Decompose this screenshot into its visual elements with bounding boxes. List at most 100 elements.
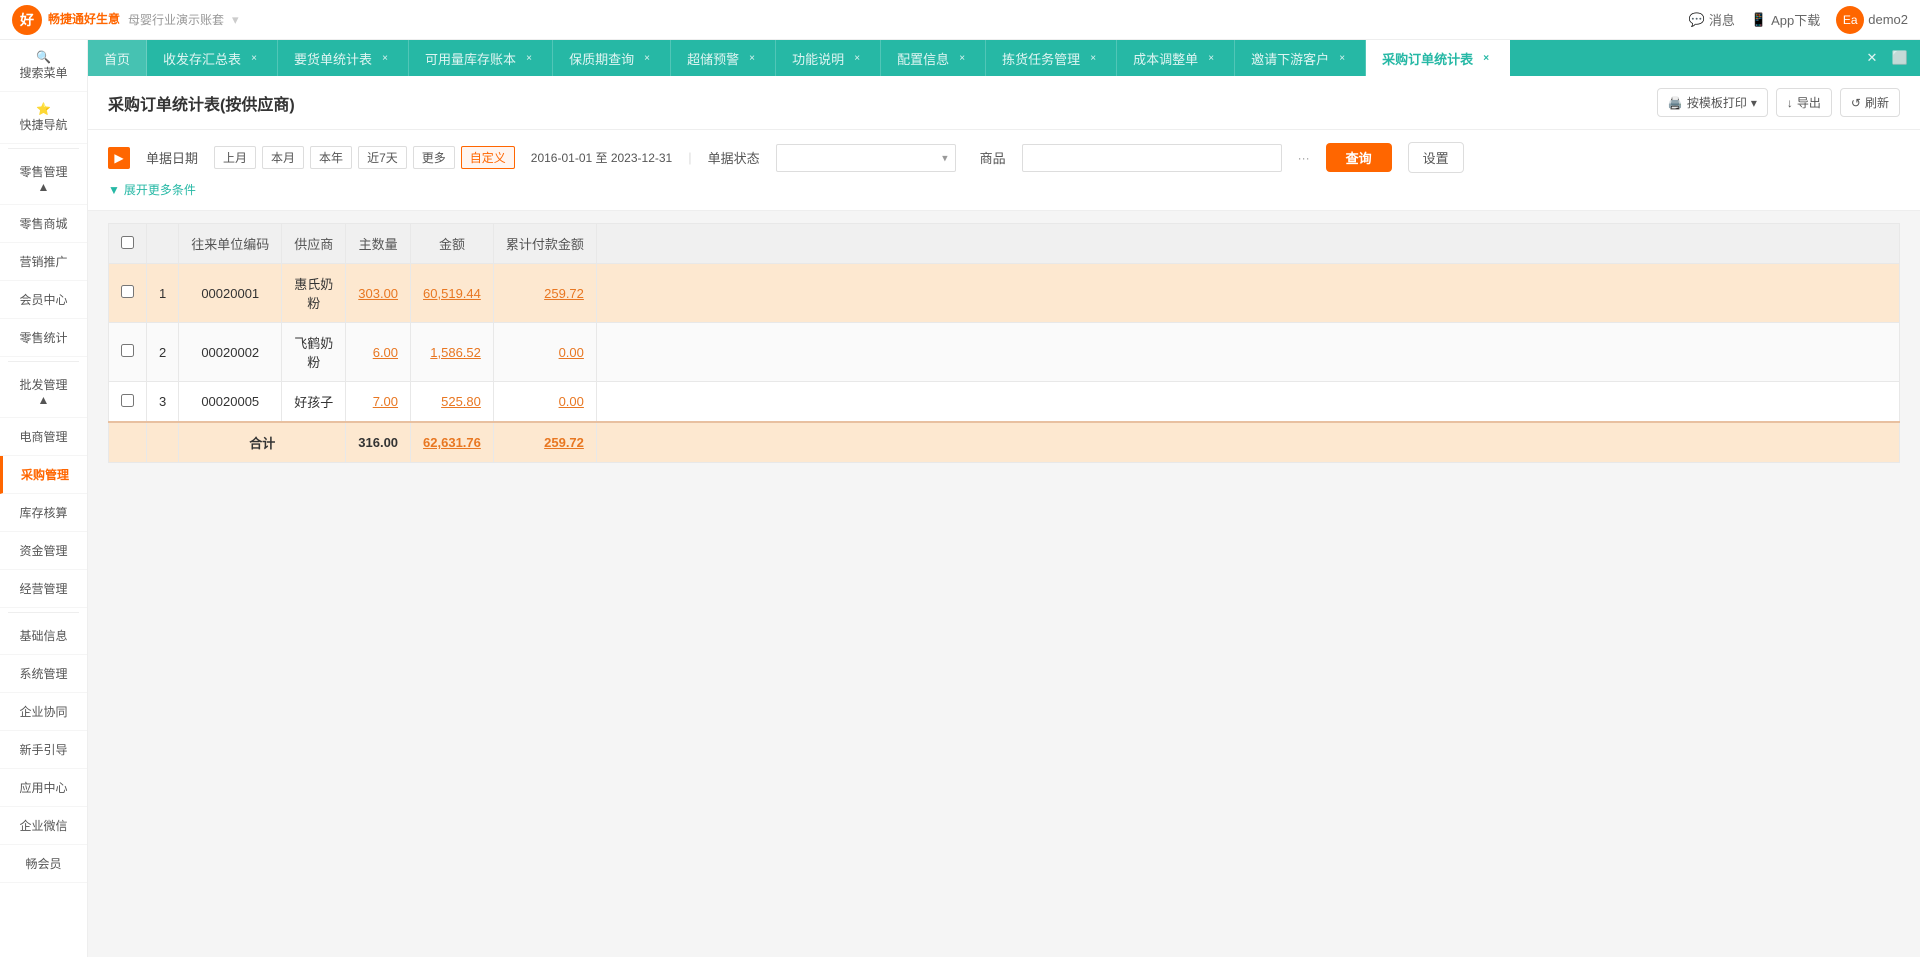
more-filters-icon[interactable]: ··· (1298, 151, 1310, 165)
sidebar-ecommerce-label: 电商管理 (4, 428, 83, 445)
date-btn-last-month[interactable]: 上月 (214, 146, 256, 169)
sidebar-item-system[interactable]: 系统管理 (0, 655, 87, 693)
sidebar-item-finance[interactable]: 资金管理 (0, 532, 87, 570)
goods-input[interactable] (1022, 144, 1282, 172)
footer-paid[interactable]: 259.72 (493, 422, 596, 463)
row-code: 00020002 (179, 323, 282, 382)
tab-close-icon[interactable]: × (522, 51, 536, 65)
tab-overstock-label: 超储预警 (687, 49, 739, 68)
tab-expiry-label: 保质期查询 (569, 49, 634, 68)
status-select[interactable] (776, 144, 956, 172)
search-button[interactable]: 查询 (1326, 143, 1392, 172)
tab-active-close-icon[interactable]: × (1479, 51, 1493, 65)
tab-purchase-order-stats[interactable]: 采购订单统计表 × (1366, 40, 1510, 76)
date-btn-more[interactable]: 更多 (413, 146, 455, 169)
username: demo2 (1868, 12, 1908, 27)
tab-cost-adjust[interactable]: 成本调整单 × (1117, 40, 1235, 76)
sidebar-item-vip[interactable]: 畅会员 (0, 845, 87, 883)
filter-toggle-button[interactable]: ▶ (108, 147, 130, 169)
tab-close-icon[interactable]: × (1086, 51, 1100, 65)
export-button[interactable]: ↓ 导出 (1776, 88, 1832, 117)
tab-close-icon[interactable]: × (955, 51, 969, 65)
sidebar-item-retail-mall[interactable]: 零售商城 (0, 205, 87, 243)
tab-function-desc[interactable]: 功能说明 × (776, 40, 881, 76)
sidebar-item-shortcuts[interactable]: ⭐ 快捷导航 (0, 92, 87, 144)
date-shortcuts: 上月 本月 本年 近7天 更多 (214, 146, 515, 169)
tab-close-icon[interactable]: × (640, 51, 654, 65)
sidebar-item-inventory[interactable]: 库存核算 (0, 494, 87, 532)
date-btn-7days[interactable]: 近7天 (358, 146, 407, 169)
row-code: 00020001 (179, 264, 282, 323)
tab-home[interactable]: 首页 (88, 40, 147, 76)
tab-expiry[interactable]: 保质期查询 × (553, 40, 671, 76)
user-area[interactable]: Ea demo2 (1836, 6, 1908, 34)
row-paid[interactable]: 259.72 (493, 264, 596, 323)
app-download-button[interactable]: 📱 App下载 (1751, 10, 1820, 29)
message-button[interactable]: 💬 消息 (1689, 10, 1735, 29)
breadcrumb-arrow: ▾ (232, 12, 239, 28)
refresh-button[interactable]: ↺ 刷新 (1840, 88, 1900, 117)
tab-overstock[interactable]: 超储预警 × (671, 40, 776, 76)
row-quantity[interactable]: 7.00 (346, 382, 411, 423)
tab-close-icon[interactable]: × (745, 51, 759, 65)
th-checkbox (109, 224, 147, 264)
tab-close-icon[interactable]: × (1204, 51, 1218, 65)
select-all-checkbox[interactable] (121, 236, 134, 249)
tab-close-icon[interactable]: × (850, 51, 864, 65)
tab-close-icon[interactable]: × (378, 51, 392, 65)
row-checkbox[interactable] (121, 285, 134, 298)
tab-stock-summary[interactable]: 收发存汇总表 × (147, 40, 278, 76)
row-quantity[interactable]: 6.00 (346, 323, 411, 382)
tab-available-stock-label: 可用量库存账本 (425, 49, 516, 68)
sidebar-item-retail-stats[interactable]: 零售统计 (0, 319, 87, 357)
sidebar-item-operations[interactable]: 经营管理 (0, 570, 87, 608)
sidebar-item-guide[interactable]: 新手引导 (0, 731, 87, 769)
sidebar-item-wechat[interactable]: 企业微信 (0, 807, 87, 845)
date-btn-this-year[interactable]: 本年 (310, 146, 352, 169)
expand-more-btn[interactable]: ▼ 展开更多条件 (108, 181, 1900, 198)
tab-function-desc-label: 功能说明 (792, 49, 844, 68)
date-btn-this-month[interactable]: 本月 (262, 146, 304, 169)
tab-close-button[interactable]: ✕ (1860, 46, 1884, 70)
tab-picking[interactable]: 拣货任务管理 × (986, 40, 1117, 76)
tab-bar: 首页 收发存汇总表 × 要货单统计表 × 可用量库存账本 × 保质期查询 × 超… (88, 40, 1920, 76)
sidebar-item-members[interactable]: 会员中心 (0, 281, 87, 319)
tab-available-stock[interactable]: 可用量库存账本 × (409, 40, 553, 76)
sidebar-item-basic-info[interactable]: 基础信息 (0, 617, 87, 655)
row-paid[interactable]: 0.00 (493, 323, 596, 382)
expand-label: 展开更多条件 (124, 181, 196, 198)
tab-invite-customer[interactable]: 邀请下游客户 × (1235, 40, 1366, 76)
table-header: 往来单位编码 供应商 主数量 金额 累计付款金额 (109, 224, 1900, 264)
page-title: 采购订单统计表(按供应商) (108, 91, 295, 115)
tab-close-icon[interactable]: × (1335, 51, 1349, 65)
print-button[interactable]: 🖨️ 按模板打印 ▾ (1657, 88, 1768, 117)
sidebar-item-wholesale[interactable]: 批发管理 ▲ (0, 366, 87, 418)
settings-button[interactable]: 设置 (1408, 142, 1464, 173)
tab-stock-summary-label: 收发存汇总表 (163, 49, 241, 68)
tab-close-icon[interactable]: × (247, 51, 261, 65)
sidebar-item-marketing[interactable]: 营销推广 (0, 243, 87, 281)
tab-config[interactable]: 配置信息 × (881, 40, 986, 76)
sidebar-item-enterprise[interactable]: 企业协同 (0, 693, 87, 731)
row-quantity[interactable]: 303.00 (346, 264, 411, 323)
footer-label: 合计 (249, 436, 275, 451)
sidebar-basic-info-label: 基础信息 (4, 627, 83, 644)
row-amount[interactable]: 525.80 (411, 382, 494, 423)
sidebar-item-app-center[interactable]: 应用中心 (0, 769, 87, 807)
export-icon: ↓ (1787, 96, 1793, 110)
footer-amount[interactable]: 62,631.76 (411, 422, 494, 463)
tab-order-stats[interactable]: 要货单统计表 × (278, 40, 409, 76)
data-table: 往来单位编码 供应商 主数量 金额 累计付款金额 1 00020001 惠氏奶粉… (108, 223, 1900, 463)
table-row: 2 00020002 飞鹤奶粉 6.00 1,586.52 0.00 (109, 323, 1900, 382)
sidebar-item-retail-mgmt[interactable]: 零售管理 ▲ (0, 153, 87, 205)
date-custom-button[interactable]: 自定义 (461, 146, 515, 169)
row-amount[interactable]: 60,519.44 (411, 264, 494, 323)
row-checkbox[interactable] (121, 344, 134, 357)
sidebar-item-search[interactable]: 🔍 搜索菜单 (0, 40, 87, 92)
sidebar-item-purchase[interactable]: 采购管理 (0, 456, 87, 494)
tab-restore-button[interactable]: ⬜ (1888, 46, 1912, 70)
row-checkbox[interactable] (121, 394, 134, 407)
sidebar-item-ecommerce[interactable]: 电商管理 (0, 418, 87, 456)
row-paid[interactable]: 0.00 (493, 382, 596, 423)
row-amount[interactable]: 1,586.52 (411, 323, 494, 382)
